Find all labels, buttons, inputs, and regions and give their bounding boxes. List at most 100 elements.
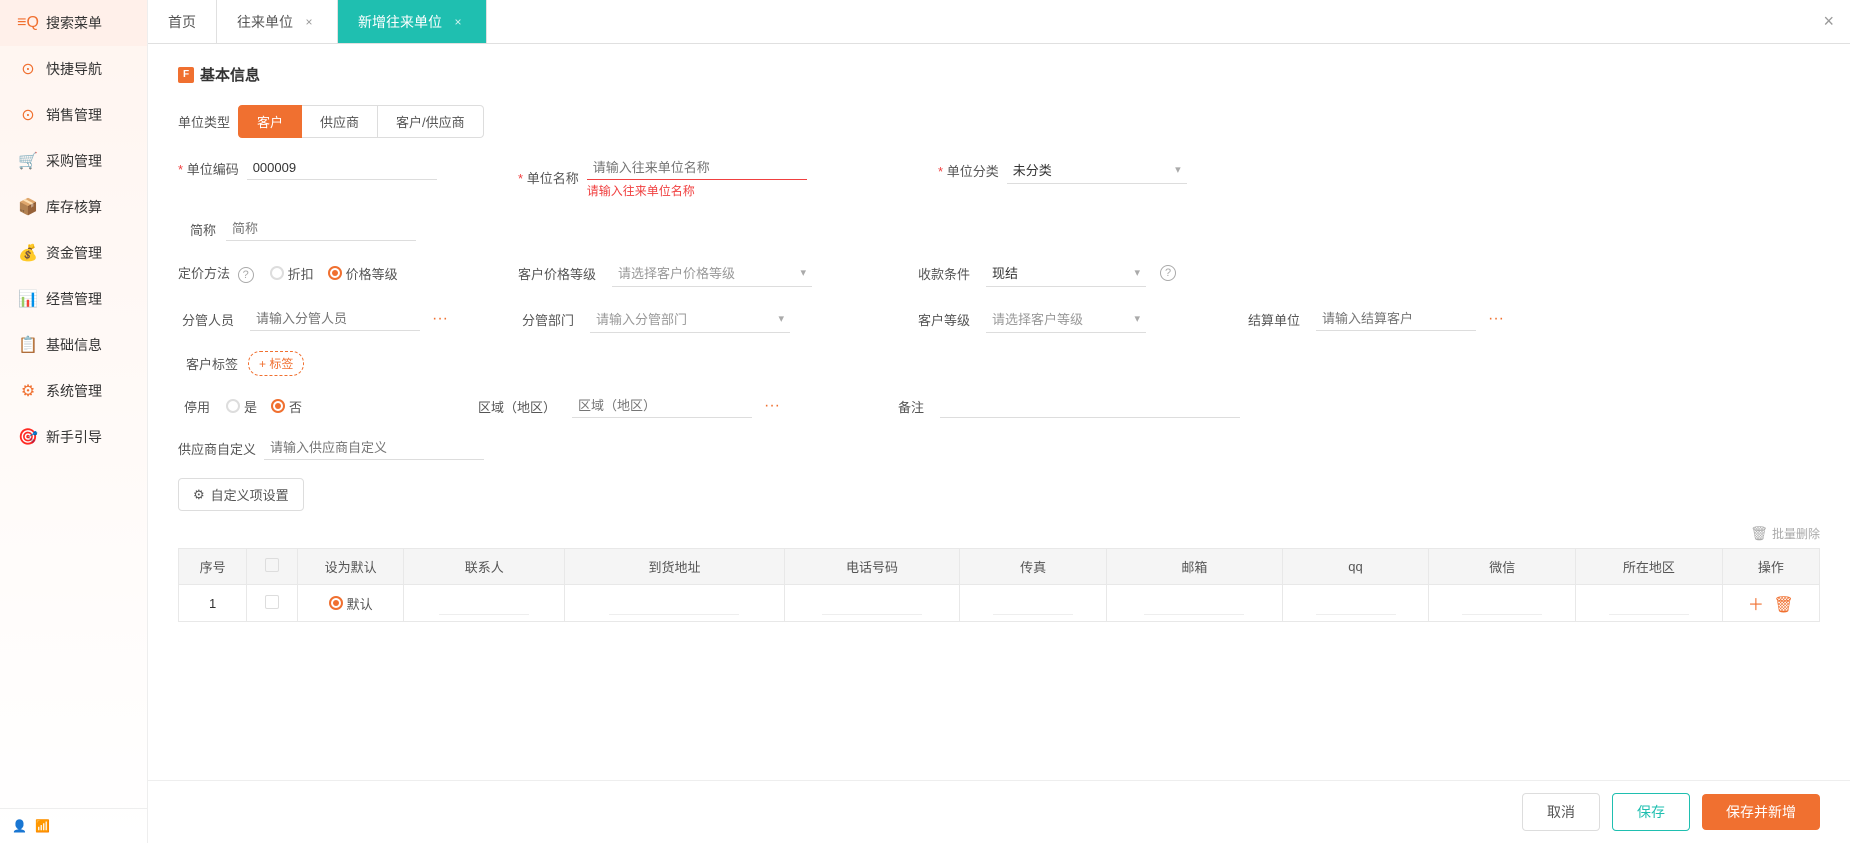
unit-category-label: * 单位分类 bbox=[938, 161, 999, 180]
sidebar-label-purchase: 采购管理 bbox=[46, 151, 102, 171]
th-address: 到货地址 bbox=[565, 549, 784, 585]
unit-name-input[interactable] bbox=[587, 156, 807, 180]
tab-new-partner[interactable]: 新增往来单位 × bbox=[338, 0, 487, 43]
region-dots[interactable]: ··· bbox=[760, 397, 784, 415]
sidebar: ≡Q 搜索菜单 ⊙ 快捷导航 ⊙ 销售管理 🛒 采购管理 📦 库存核算 💰 资金… bbox=[0, 0, 148, 843]
type-btn-customer[interactable]: 客户 bbox=[238, 105, 302, 138]
supplier-custom-input[interactable] bbox=[264, 436, 484, 460]
row-delete-icon[interactable]: 🗑 bbox=[1774, 597, 1794, 614]
type-btn-supplier[interactable]: 供应商 bbox=[302, 105, 378, 138]
stop-no[interactable]: 否 bbox=[271, 397, 302, 416]
sidebar-label-guide: 新手引导 bbox=[46, 427, 102, 447]
tab-partners-label: 往来单位 bbox=[237, 12, 293, 32]
unit-name-label: * 单位名称 bbox=[518, 168, 579, 187]
sidebar-item-inventory[interactable]: 📦 库存核算 bbox=[0, 184, 147, 230]
supervisor-dots[interactable]: ··· bbox=[428, 310, 452, 328]
sidebar-item-guide[interactable]: 🎯 新手引导 bbox=[0, 414, 147, 460]
th-contact: 联系人 bbox=[404, 549, 565, 585]
sidebar-item-search[interactable]: ≡Q 搜索菜单 bbox=[0, 0, 147, 46]
sidebar-label-operations: 经营管理 bbox=[46, 289, 102, 309]
sidebar-item-purchase[interactable]: 🛒 采购管理 bbox=[0, 138, 147, 184]
unit-category-group: * 单位分类 未分类 ▾ bbox=[938, 156, 1187, 184]
stop-yes[interactable]: 是 bbox=[226, 397, 257, 416]
th-qq: qq bbox=[1282, 549, 1429, 585]
unit-type-row: 单位类型 客户 供应商 客户/供应商 bbox=[178, 105, 1820, 138]
signal-icon: 📶 bbox=[35, 819, 50, 833]
sidebar-item-quicknav[interactable]: ⊙ 快捷导航 bbox=[0, 46, 147, 92]
row-default-radio[interactable]: 默认 bbox=[308, 594, 393, 613]
sidebar-item-system[interactable]: ⚙ 系统管理 bbox=[0, 368, 147, 414]
section-title-text: 基本信息 bbox=[200, 64, 260, 85]
unit-name-wrap: 请输入往来单位名称 bbox=[587, 156, 807, 199]
row-phone[interactable] bbox=[784, 585, 960, 622]
unit-type-label: 单位类型 bbox=[178, 112, 230, 131]
row-add-icon[interactable]: ＋ bbox=[1748, 597, 1764, 614]
row-checkbox bbox=[247, 585, 298, 622]
unit-code-input[interactable] bbox=[247, 156, 437, 180]
short-name-row: 简称 bbox=[178, 217, 1820, 241]
row-fax[interactable] bbox=[960, 585, 1107, 622]
supervisor-row: 分管人员 ··· 分管部门 请输入分管部门 ▾ 客户等级 请选择客户等级 ▾ bbox=[178, 305, 1820, 333]
unit-category-select[interactable]: 未分类 ▾ bbox=[1007, 156, 1187, 184]
payment-help-icon[interactable]: ? bbox=[1160, 265, 1176, 281]
save-button[interactable]: 保存 bbox=[1612, 793, 1690, 831]
row-email[interactable] bbox=[1106, 585, 1282, 622]
unit-category-arrow: ▾ bbox=[1175, 163, 1181, 176]
sidebar-item-sales[interactable]: ⊙ 销售管理 bbox=[0, 92, 147, 138]
dept-group: 分管部门 请输入分管部门 ▾ bbox=[518, 305, 878, 333]
sidebar-label-quicknav: 快捷导航 bbox=[46, 59, 102, 79]
row-address[interactable] bbox=[565, 585, 784, 622]
gear-icon: ⚙ bbox=[193, 487, 205, 503]
row-contact[interactable] bbox=[404, 585, 565, 622]
section-basic-info: F 基本信息 bbox=[178, 64, 1820, 85]
settlement-label: 结算单位 bbox=[1248, 310, 1300, 329]
sidebar-item-basic-info[interactable]: 📋 基础信息 bbox=[0, 322, 147, 368]
supervisor-input[interactable] bbox=[250, 307, 420, 331]
stop-row: 停用 是 否 区域（地区） ··· bbox=[178, 394, 1820, 418]
sidebar-item-finance[interactable]: 💰 资金管理 bbox=[0, 230, 147, 276]
tab-new-partner-close[interactable]: × bbox=[450, 14, 466, 30]
row-qq[interactable] bbox=[1282, 585, 1429, 622]
add-tag-button[interactable]: + 标签 bbox=[248, 351, 304, 376]
radio-price-level[interactable]: 价格等级 bbox=[328, 264, 398, 283]
row-region[interactable] bbox=[1576, 585, 1723, 622]
pricing-help-icon[interactable]: ? bbox=[238, 267, 254, 283]
short-name-input[interactable] bbox=[226, 217, 416, 241]
bulk-delete-label[interactable]: 批量删除 bbox=[1772, 525, 1820, 542]
settlement-input[interactable] bbox=[1316, 307, 1476, 331]
sidebar-item-operations[interactable]: 📊 经营管理 bbox=[0, 276, 147, 322]
region-group: 区域（地区） ··· bbox=[478, 394, 838, 418]
main-area: 首页 往来单位 × 新增往来单位 × × F 基本信息 单位类型 客户 供应商 … bbox=[148, 0, 1850, 843]
close-all-button[interactable]: × bbox=[1807, 0, 1850, 43]
pricing-method-label: 定价方法 ? bbox=[178, 263, 254, 283]
th-wechat: 微信 bbox=[1429, 549, 1576, 585]
save-and-new-button[interactable]: 保存并新增 bbox=[1702, 794, 1820, 830]
row-wechat[interactable] bbox=[1429, 585, 1576, 622]
tab-partners[interactable]: 往来单位 × bbox=[217, 0, 338, 43]
customer-price-select[interactable]: 请选择客户价格等级 ▾ bbox=[612, 259, 812, 287]
inventory-icon: 📦 bbox=[18, 197, 38, 217]
dept-select[interactable]: 请输入分管部门 ▾ bbox=[590, 305, 790, 333]
radio-discount[interactable]: 折扣 bbox=[270, 264, 314, 283]
row-actions: ＋ 🗑 bbox=[1722, 585, 1819, 622]
remark-input[interactable] bbox=[940, 394, 1240, 418]
th-action: 操作 bbox=[1722, 549, 1819, 585]
custom-settings-button[interactable]: ⚙ 自定义项设置 bbox=[178, 478, 304, 511]
customer-level-group: 客户等级 请选择客户等级 ▾ bbox=[918, 305, 1218, 333]
payment-condition-select[interactable]: 现结 ▾ bbox=[986, 259, 1146, 287]
tab-home[interactable]: 首页 bbox=[148, 0, 217, 43]
customer-level-select[interactable]: 请选择客户等级 ▾ bbox=[986, 305, 1146, 333]
settlement-dots[interactable]: ··· bbox=[1484, 310, 1508, 328]
tab-partners-close[interactable]: × bbox=[301, 14, 317, 30]
region-input[interactable] bbox=[572, 394, 752, 418]
type-btn-group: 客户 供应商 客户/供应商 bbox=[238, 105, 484, 138]
tag-row: 客户标签 + 标签 bbox=[178, 351, 1820, 376]
type-btn-both[interactable]: 客户/供应商 bbox=[378, 105, 484, 138]
row-default: 默认 bbox=[298, 585, 404, 622]
purchase-icon: 🛒 bbox=[18, 151, 38, 171]
header-checkbox[interactable] bbox=[265, 558, 279, 572]
pricing-radio-group: 折扣 价格等级 bbox=[270, 264, 398, 283]
cancel-button[interactable]: 取消 bbox=[1522, 793, 1600, 831]
th-default: 设为默认 bbox=[298, 549, 404, 585]
row-checkbox-box[interactable] bbox=[265, 595, 279, 609]
